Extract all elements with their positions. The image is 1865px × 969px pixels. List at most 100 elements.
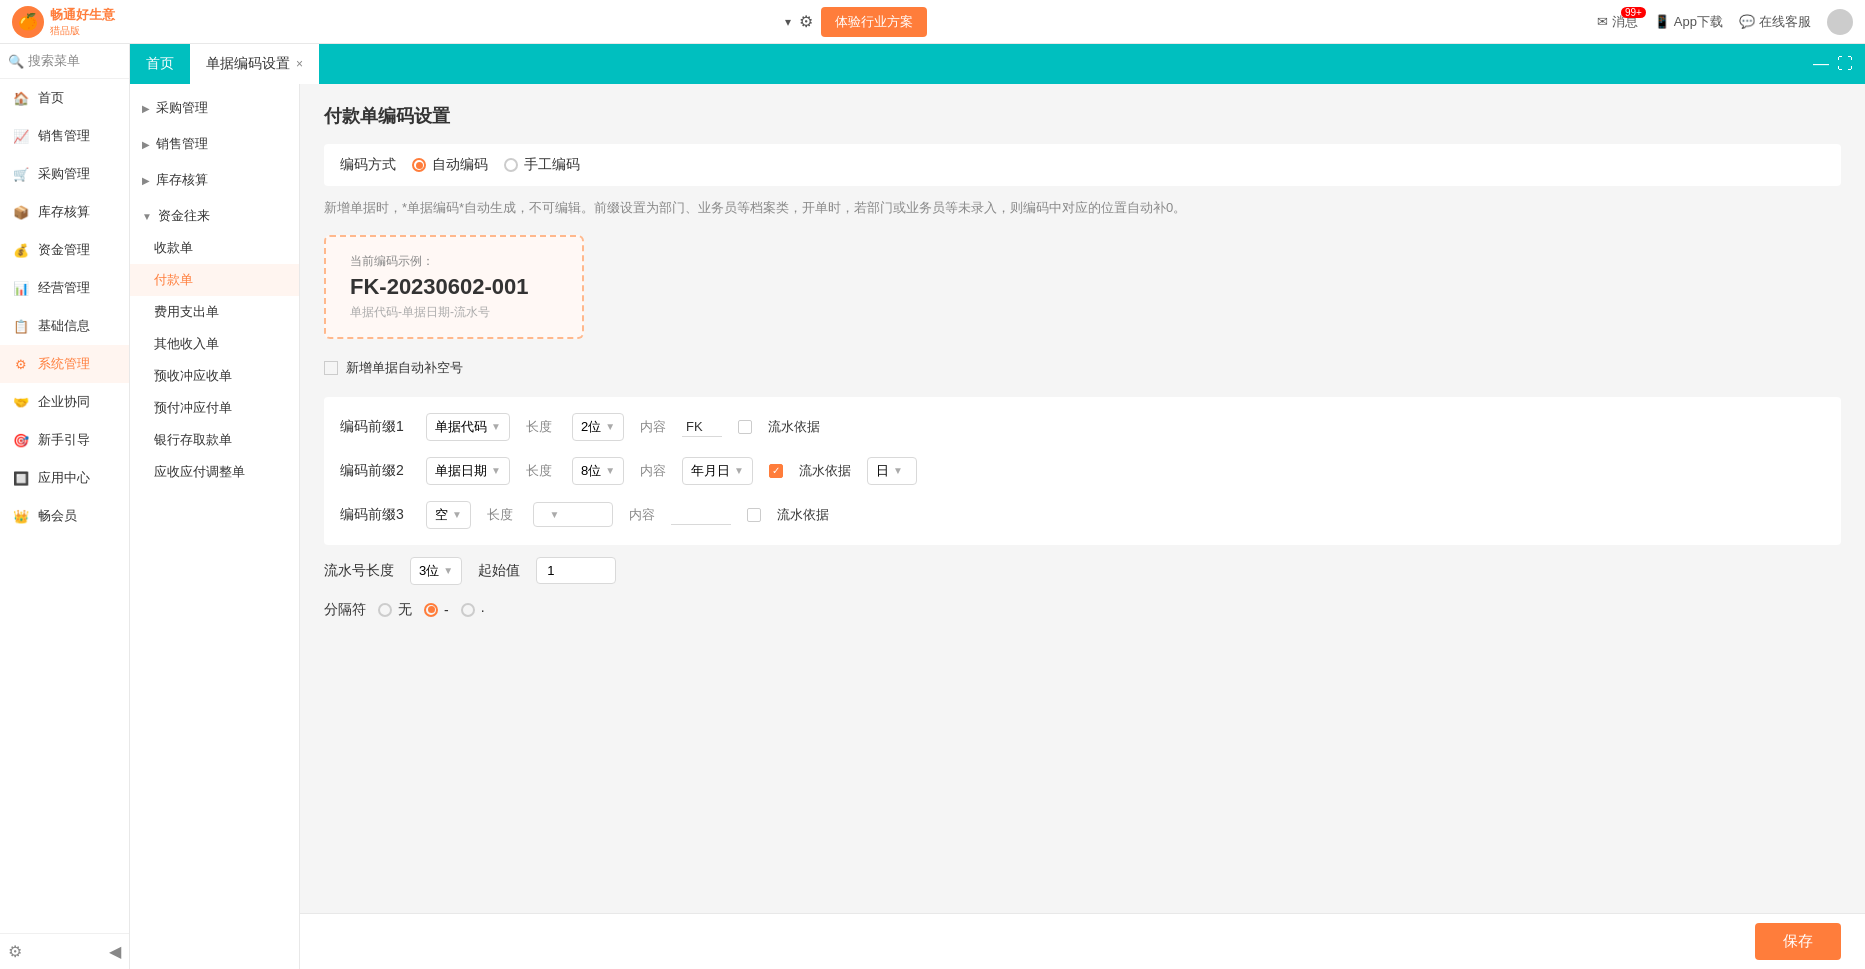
settings-icon[interactable]: ⚙ bbox=[799, 12, 813, 31]
prefix2-label: 编码前缀2 bbox=[340, 462, 410, 480]
search-icon: 🔍 bbox=[8, 54, 24, 69]
trial-button[interactable]: 体验行业方案 bbox=[821, 7, 927, 37]
logo-icon: 🍊 bbox=[12, 6, 44, 38]
content2-select[interactable]: 年月日 ▼ bbox=[682, 457, 753, 485]
settings-bottom-icon[interactable]: ⚙ bbox=[8, 942, 22, 961]
second-sidebar-item-bank[interactable]: 银行存取款单 bbox=[130, 424, 299, 456]
collapse-icon[interactable]: ◀ bbox=[109, 942, 121, 961]
encoding-method-row: 编码方式 自动编码 手工编码 bbox=[324, 144, 1841, 186]
code-preview-title: 当前编码示例： bbox=[350, 253, 558, 270]
online-service-button[interactable]: 💬 在线客服 bbox=[1739, 13, 1811, 31]
prefix3-caret-icon: ▼ bbox=[452, 509, 462, 520]
prefix1-select[interactable]: 单据代码 ▼ bbox=[426, 413, 510, 441]
second-sidebar-item-prepay-payable[interactable]: 预付冲应付单 bbox=[130, 392, 299, 424]
second-sidebar-item-adjust[interactable]: 应收应付调整单 bbox=[130, 456, 299, 488]
form-row-prefix1: 编码前缀1 单据代码 ▼ 长度 2位 ▼ 内容 FK bbox=[340, 413, 1825, 441]
group-purchase-title[interactable]: ▶ 采购管理 bbox=[130, 92, 299, 124]
second-sidebar-item-payment[interactable]: 付款单 bbox=[130, 264, 299, 296]
sep-none-radio[interactable]: 无 bbox=[378, 601, 412, 619]
sep-dash-radio[interactable]: - bbox=[424, 602, 449, 618]
nav-dropdown[interactable]: ▾ bbox=[785, 15, 791, 29]
length2-label: 长度 bbox=[526, 462, 552, 480]
tab-encoding-settings[interactable]: 单据编码设置 × bbox=[190, 44, 319, 84]
home-icon: 🏠 bbox=[12, 89, 30, 107]
group-capital-title[interactable]: ▼ 资金往来 bbox=[130, 200, 299, 232]
serial2-unit-caret-icon: ▼ bbox=[893, 465, 903, 476]
save-button[interactable]: 保存 bbox=[1755, 923, 1841, 960]
main-panel: 付款单编码设置 编码方式 自动编码 手工编码 bbox=[300, 84, 1865, 913]
group-inventory-title[interactable]: ▶ 库存核算 bbox=[130, 164, 299, 196]
encoding-radio-group: 自动编码 手工编码 bbox=[412, 156, 580, 174]
sidebar-item-purchase[interactable]: 🛒 采购管理 bbox=[0, 155, 129, 193]
form-section: 编码前缀1 单据代码 ▼ 长度 2位 ▼ 内容 FK bbox=[324, 397, 1841, 545]
enterprise-icon: 🤝 bbox=[12, 393, 30, 411]
serial2-label: 流水依据 bbox=[799, 462, 851, 480]
expand-icon[interactable]: ⛶ bbox=[1837, 55, 1853, 73]
group-capital: ▼ 资金往来 收款单 付款单 费用支出单 其他收入单 bbox=[130, 200, 299, 488]
save-bar: 保存 bbox=[300, 913, 1865, 969]
sidebar-item-guide[interactable]: 🎯 新手引导 bbox=[0, 421, 129, 459]
sales-icon: 📈 bbox=[12, 127, 30, 145]
sep-dot-radio[interactable]: · bbox=[461, 602, 485, 618]
manual-code-radio[interactable]: 手工编码 bbox=[504, 156, 580, 174]
inventory-icon: 📦 bbox=[12, 203, 30, 221]
tab-close-icon[interactable]: × bbox=[296, 57, 303, 71]
sidebar-item-sales[interactable]: 📈 销售管理 bbox=[0, 117, 129, 155]
serial1-checkbox[interactable] bbox=[738, 420, 752, 434]
sidebar-item-operation[interactable]: 📊 经营管理 bbox=[0, 269, 129, 307]
auto-code-radio[interactable]: 自动编码 bbox=[412, 156, 488, 174]
avatar[interactable] bbox=[1827, 9, 1853, 35]
serial-length-select[interactable]: 3位 ▼ bbox=[410, 557, 462, 585]
app-download-button[interactable]: 📱 App下载 bbox=[1654, 13, 1723, 31]
top-bar-right: ✉ 消息 99+ 📱 App下载 💬 在线客服 bbox=[1597, 9, 1853, 35]
sidebar-search[interactable]: 🔍 搜索菜单 bbox=[0, 44, 129, 79]
top-bar: 🍊 畅通好生意 猎品版 ▾ ⚙ 体验行业方案 ✉ 消息 99+ 📱 App下载 … bbox=[0, 0, 1865, 44]
group-sales-title[interactable]: ▶ 销售管理 bbox=[130, 128, 299, 160]
length1-select[interactable]: 2位 ▼ bbox=[572, 413, 624, 441]
serial-length-row: 流水号长度 3位 ▼ 起始值 bbox=[324, 557, 1841, 585]
length3-select[interactable]: ▼ bbox=[533, 502, 613, 527]
form-row-prefix3: 编码前缀3 空 ▼ 长度 ▼ 内容 bbox=[340, 501, 1825, 529]
sidebar-item-member[interactable]: 👑 畅会员 bbox=[0, 497, 129, 535]
content3-value bbox=[671, 505, 731, 525]
serial2-unit-select[interactable]: 日 ▼ bbox=[867, 457, 917, 485]
start-value-input[interactable] bbox=[536, 557, 616, 584]
sidebar-item-basic[interactable]: 📋 基础信息 bbox=[0, 307, 129, 345]
apps-icon: 🔲 bbox=[12, 469, 30, 487]
second-sidebar-item-expense[interactable]: 费用支出单 bbox=[130, 296, 299, 328]
sidebar-item-inventory[interactable]: 📦 库存核算 bbox=[0, 193, 129, 231]
auto-fill-checkbox[interactable] bbox=[324, 361, 338, 375]
prefix3-label: 编码前缀3 bbox=[340, 506, 410, 524]
sep-dash-value: - bbox=[444, 602, 449, 618]
serial2-checkbox[interactable]: ✓ bbox=[769, 464, 783, 478]
prefix1-caret-icon: ▼ bbox=[491, 421, 501, 432]
top-bar-left: 🍊 畅通好生意 猎品版 bbox=[12, 6, 115, 38]
prefix3-select[interactable]: 空 ▼ bbox=[426, 501, 471, 529]
length1-label: 长度 bbox=[526, 418, 552, 436]
second-sidebar-item-receipt[interactable]: 收款单 bbox=[130, 232, 299, 264]
serial-length-caret-icon: ▼ bbox=[443, 565, 453, 576]
prefix2-select[interactable]: 单据日期 ▼ bbox=[426, 457, 510, 485]
content3-label: 内容 bbox=[629, 506, 655, 524]
second-sidebar-item-other-income[interactable]: 其他收入单 bbox=[130, 328, 299, 360]
sidebar-item-finance[interactable]: 💰 资金管理 bbox=[0, 231, 129, 269]
content2-caret-icon: ▼ bbox=[734, 465, 744, 476]
system-icon: ⚙ bbox=[12, 355, 30, 373]
sep-dot-dot bbox=[461, 603, 475, 617]
tab-home[interactable]: 首页 bbox=[130, 44, 190, 84]
minimize-icon[interactable]: — bbox=[1813, 55, 1829, 73]
sidebar-item-home[interactable]: 🏠 首页 bbox=[0, 79, 129, 117]
message-button[interactable]: ✉ 消息 99+ bbox=[1597, 13, 1638, 31]
sidebar-item-apps[interactable]: 🔲 应用中心 bbox=[0, 459, 129, 497]
serial1-label: 流水依据 bbox=[768, 418, 820, 436]
serial3-checkbox[interactable] bbox=[747, 508, 761, 522]
length1-caret-icon: ▼ bbox=[605, 421, 615, 432]
finance-icon: 💰 bbox=[12, 241, 30, 259]
sidebar-item-enterprise[interactable]: 🤝 企业协同 bbox=[0, 383, 129, 421]
sidebar-item-system[interactable]: ⚙ 系统管理 bbox=[0, 345, 129, 383]
second-sidebar-item-prepay-receivable[interactable]: 预收冲应收单 bbox=[130, 360, 299, 392]
separator-options: 无 - · bbox=[378, 601, 485, 619]
separator-row: 分隔符 无 - · bbox=[324, 601, 1841, 619]
length2-select[interactable]: 8位 ▼ bbox=[572, 457, 624, 485]
start-value-label: 起始值 bbox=[478, 562, 520, 580]
